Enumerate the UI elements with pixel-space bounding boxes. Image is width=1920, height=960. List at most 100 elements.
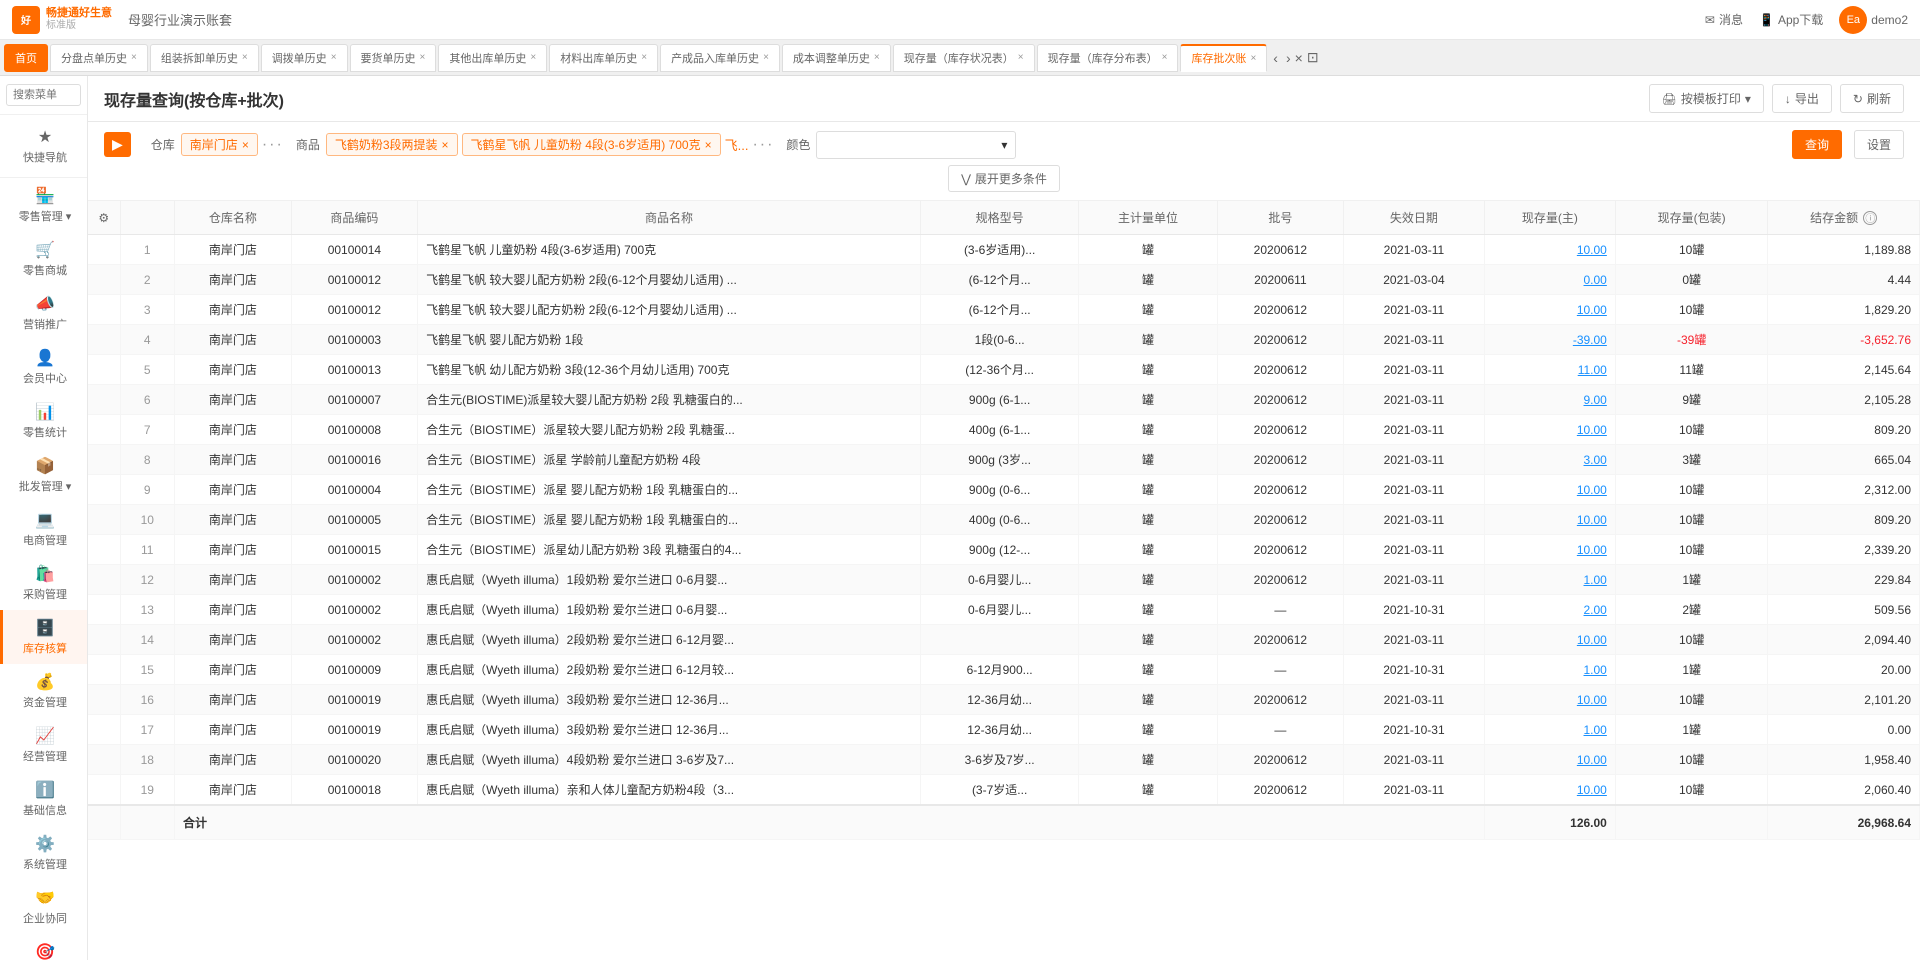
close-icon[interactable]: × [874,52,880,63]
search-input[interactable] [6,84,81,106]
close-icon[interactable]: × [530,52,536,63]
sidebar-item-purchase[interactable]: 🛍️ 采购管理 [0,556,87,610]
cell-stock-main-8[interactable]: 3.00 [1484,445,1615,475]
cell-index-13: 13 [120,595,175,625]
sidebar-item-batch-mgmt[interactable]: 📦 批发管理 ▾ [0,448,87,502]
cell-stock-main-1[interactable]: 10.00 [1484,235,1615,265]
cell-stock-main-2[interactable]: 0.00 [1484,265,1615,295]
tab-close-all-btn[interactable]: × [1295,50,1303,66]
cell-settings-19 [88,775,120,806]
product-more-dots[interactable]: ··· [752,136,774,154]
tab-home[interactable]: 首页 [4,44,48,72]
cell-stock-main-17[interactable]: 1.00 [1484,715,1615,745]
tab-chanchengruku[interactable]: 产成品入库单历史 × [660,44,780,72]
cell-stock-pkg-8: 3罐 [1615,445,1768,475]
close-icon[interactable]: × [641,52,647,63]
cell-stock-main-12[interactable]: 1.00 [1484,565,1615,595]
sidebar-item-retail-mgmt[interactable]: 🏪 零售管理 ▾ [0,178,87,232]
sidebar-item-ops[interactable]: 📈 经营管理 [0,718,87,772]
close-icon[interactable]: × [131,52,137,63]
user-area[interactable]: Ea demo2 [1839,6,1908,34]
sidebar-item-member[interactable]: 👤 会员中心 [0,340,87,394]
cell-stock-main-11[interactable]: 10.00 [1484,535,1615,565]
cell-stock-main-3[interactable]: 10.00 [1484,295,1615,325]
cell-unit-9: 罐 [1079,475,1217,505]
cell-stock-main-14[interactable]: 10.00 [1484,625,1615,655]
product-remove-icon-1[interactable]: × [705,138,712,152]
sidebar-item-ecom[interactable]: 💻 电商管理 [0,502,87,556]
product-tag-more[interactable]: 飞... [725,135,749,154]
col-unit: 主计量单位 [1079,201,1217,235]
product-tag-0[interactable]: 飞鹤奶粉3段两提装 × [326,133,458,156]
warehouse-tag[interactable]: 南岸门店 × [181,133,258,156]
cell-stock-main-18[interactable]: 10.00 [1484,745,1615,775]
sidebar-item-finance[interactable]: 💰 资金管理 [0,664,87,718]
cell-stock-pkg-9: 10罐 [1615,475,1768,505]
sidebar-item-basic[interactable]: ℹ️ 基础信息 [0,772,87,826]
warehouse-remove-icon[interactable]: × [242,138,249,152]
sidebar-item-retail-stats[interactable]: 📊 零售统计 [0,394,87,448]
color-input[interactable]: ▾ [816,131,1016,159]
cell-stock-main-4[interactable]: -39.00 [1484,325,1615,355]
tab-xianzailiang2[interactable]: 现存量（库存分布表）× [1037,44,1179,72]
tab-fenkunhistory[interactable]: 分盘点单历史 × [50,44,148,72]
warehouse-more-dots[interactable]: ··· [262,136,284,154]
cell-stock-main-19[interactable]: 10.00 [1484,775,1615,806]
sidebar-item-guide[interactable]: 🎯 新手引导 [0,934,87,960]
tab-xianzailiang1[interactable]: 现存量（库存状况表）× [893,44,1035,72]
cell-stock-main-7[interactable]: 10.00 [1484,415,1615,445]
cell-unit-17: 罐 [1079,715,1217,745]
sidebar-item-corp[interactable]: 🤝 企业协同 [0,880,87,934]
table-row: 18 南岸门店 00100020 惠氏启赋（Wyeth illuma）4段奶粉 … [88,745,1920,775]
close-icon[interactable]: × [1018,52,1024,63]
tab-diaobodan[interactable]: 调拨单历史 × [261,44,348,72]
sidebar-item-sys[interactable]: ⚙️ 系统管理 [0,826,87,880]
cell-code-11: 00100015 [291,535,417,565]
cell-stock-main-10[interactable]: 10.00 [1484,505,1615,535]
tab-zuzhexiaodan[interactable]: 组装拆卸单历史 × [150,44,259,72]
sidebar-item-mkt[interactable]: 📣 营销推广 [0,286,87,340]
cell-stock-main-6[interactable]: 9.00 [1484,385,1615,415]
sidebar-item-inventory[interactable]: 🗄️ 库存核算 [0,610,87,664]
settings-button[interactable]: 设置 [1854,130,1904,159]
close-icon[interactable]: × [331,52,337,63]
cell-stock-main-9[interactable]: 10.00 [1484,475,1615,505]
collapse-filter-btn[interactable]: ▶ [104,132,131,157]
query-button[interactable]: 查询 [1792,130,1842,159]
close-icon[interactable]: × [242,52,248,63]
refresh-button[interactable]: ↻ 刷新 [1840,84,1904,113]
sidebar-item-quicknav[interactable]: ★ 快捷导航 [0,119,87,173]
tab-expand-btn[interactable]: ⊡ [1303,49,1323,66]
col-settings[interactable]: ⚙ [88,201,120,235]
cell-index-2: 2 [120,265,175,295]
product-remove-icon-0[interactable]: × [442,138,449,152]
cell-stock-main-5[interactable]: 11.00 [1484,355,1615,385]
close-icon[interactable]: × [420,52,426,63]
tab-cailiaochuku[interactable]: 材料出库单历史 × [549,44,658,72]
close-icon[interactable]: × [763,52,769,63]
tab-next-btn[interactable]: › [1282,50,1295,66]
export-button[interactable]: ↓ 导出 [1772,84,1832,113]
expand-conditions-btn[interactable]: ⋁ 展开更多条件 [948,165,1060,192]
message-btn[interactable]: ✉ 消息 [1705,11,1743,28]
table-row: 17 南岸门店 00100019 惠氏启赋（Wyeth illuma）3段奶粉 … [88,715,1920,745]
cell-stock-main-16[interactable]: 10.00 [1484,685,1615,715]
tab-chengben[interactable]: 成本调整单历史 × [782,44,891,72]
content-area: 现存量查询(按仓库+批次) 🖨 按模板打印 ▾ ↓ 导出 ↻ 刷新 [88,76,1920,960]
cell-stock-pkg-2: 0罐 [1615,265,1768,295]
close-icon[interactable]: × [1250,53,1256,64]
tab-yaohuodan[interactable]: 要货单历史 × [350,44,437,72]
cell-name-16: 惠氏启赋（Wyeth illuma）3段奶粉 爱尔兰进口 12-36月... [418,685,921,715]
balance-info-icon[interactable]: ⓘ [1863,211,1877,225]
sidebar-item-retail-store[interactable]: 🛒 零售商城 [0,232,87,286]
cell-stock-main-15[interactable]: 1.00 [1484,655,1615,685]
app-download-btn[interactable]: 📱 App下载 [1759,11,1823,28]
tab-qitachuku[interactable]: 其他出库单历史 × [438,44,547,72]
print-button[interactable]: 🖨 按模板打印 ▾ [1649,84,1764,113]
product-tag-1[interactable]: 飞鹤星飞帆 儿童奶粉 4段(3-6岁适用) 700克 × [462,133,721,156]
tab-prev-btn[interactable]: ‹ [1269,50,1282,66]
close-icon[interactable]: × [1162,52,1168,63]
cell-spec-8: 900g (3岁... [920,445,1079,475]
cell-stock-main-13[interactable]: 2.00 [1484,595,1615,625]
tab-pipicidan[interactable]: 库存批次账 × [1180,44,1267,72]
